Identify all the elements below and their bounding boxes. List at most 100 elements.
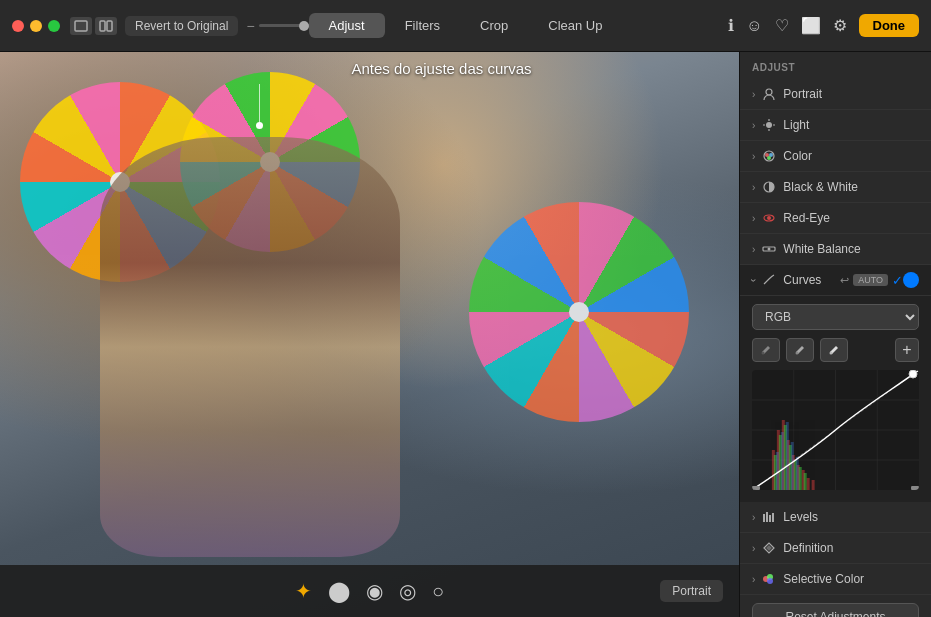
main-layout: Antes do ajuste das curvas ✦ ⬤ ◉ ◎ ○ Por… bbox=[0, 52, 931, 617]
svg-rect-36 bbox=[807, 478, 810, 490]
slider-thumb[interactable] bbox=[299, 21, 309, 31]
right-panel: ADJUST › Portrait › Light › Color bbox=[739, 52, 931, 617]
svg-rect-55 bbox=[769, 515, 771, 522]
chevron-bw-icon: › bbox=[752, 182, 755, 193]
svg-rect-1 bbox=[100, 21, 105, 31]
eyedropper-gray-button[interactable] bbox=[786, 338, 814, 362]
tab-crop[interactable]: Crop bbox=[460, 13, 528, 38]
close-button[interactable] bbox=[12, 20, 24, 32]
person-silhouette bbox=[100, 137, 400, 557]
photo-container: Antes do ajuste das curvas bbox=[0, 52, 739, 617]
wb-label: White Balance bbox=[783, 242, 919, 256]
adjust-item-light[interactable]: › Light bbox=[740, 110, 931, 141]
done-button[interactable]: Done bbox=[859, 14, 920, 37]
chevron-color-icon: › bbox=[752, 151, 755, 162]
rgb-select[interactable]: RGB Red Green Blue bbox=[752, 304, 919, 330]
wb-icon bbox=[761, 241, 777, 257]
curves-label: Curves bbox=[783, 273, 840, 287]
svg-rect-47 bbox=[786, 422, 789, 490]
circle-1-icon[interactable]: ⬤ bbox=[328, 579, 350, 603]
svg-point-15 bbox=[767, 216, 771, 220]
heart-button[interactable]: ♡ bbox=[775, 16, 789, 35]
svg-point-50 bbox=[909, 370, 917, 378]
pinwheel-3 bbox=[469, 202, 689, 422]
svg-rect-2 bbox=[107, 21, 112, 31]
curves-header[interactable]: › Curves ↩ AUTO ✓ bbox=[740, 265, 931, 296]
adjust-item-redeye[interactable]: › Red-Eye bbox=[740, 203, 931, 234]
svg-rect-37 bbox=[812, 480, 815, 490]
svg-rect-51 bbox=[752, 486, 760, 490]
minimize-button[interactable] bbox=[30, 20, 42, 32]
curves-undo-icon[interactable]: ↩ bbox=[840, 274, 849, 287]
image-area: Antes do ajuste das curvas ✦ ⬤ ◉ ◎ ○ Por… bbox=[0, 52, 739, 617]
adjust-item-portrait[interactable]: › Portrait bbox=[740, 79, 931, 110]
panel-header: ADJUST bbox=[740, 52, 931, 79]
reset-adjustments-button[interactable]: Reset Adjustments bbox=[752, 603, 919, 617]
svg-point-3 bbox=[766, 89, 772, 95]
tab-filters[interactable]: Filters bbox=[385, 13, 460, 38]
adjust-item-bw[interactable]: › Black & White bbox=[740, 172, 931, 203]
levels-label: Levels bbox=[783, 510, 919, 524]
levels-icon bbox=[761, 509, 777, 525]
eyedropper-white-button[interactable] bbox=[820, 338, 848, 362]
portrait-button[interactable]: Portrait bbox=[660, 580, 723, 602]
view-switcher bbox=[70, 17, 117, 35]
callout-text: Antes do ajuste das curvas bbox=[351, 60, 531, 77]
chevron-selective-color-icon: › bbox=[752, 574, 755, 585]
chevron-definition-icon: › bbox=[752, 543, 755, 554]
adjust-item-selective-color[interactable]: › Selective Color bbox=[740, 564, 931, 595]
auto-button[interactable]: AUTO bbox=[853, 274, 888, 286]
bw-icon bbox=[761, 179, 777, 195]
curves-active-icon: ✓ bbox=[892, 273, 903, 288]
svg-point-20 bbox=[796, 352, 799, 355]
add-point-button[interactable]: + bbox=[895, 338, 919, 362]
split-view-button[interactable] bbox=[95, 17, 117, 35]
more-button[interactable]: ⚙ bbox=[833, 16, 847, 35]
single-view-button[interactable] bbox=[70, 17, 92, 35]
circle-2-icon[interactable]: ◉ bbox=[366, 579, 383, 603]
chevron-redeye-icon: › bbox=[752, 213, 755, 224]
adjust-item-definition[interactable]: › Definition bbox=[740, 533, 931, 564]
selective-color-icon bbox=[761, 571, 777, 587]
svg-rect-0 bbox=[75, 21, 87, 31]
svg-rect-44 bbox=[804, 473, 807, 490]
circle-4-icon[interactable]: ○ bbox=[432, 580, 444, 603]
eyedropper-black-button[interactable] bbox=[752, 338, 780, 362]
tab-cleanup[interactable]: Clean Up bbox=[528, 13, 622, 38]
bottom-toolbar: ✦ ⬤ ◉ ◎ ○ Portrait bbox=[0, 565, 739, 617]
info-button[interactable]: ℹ bbox=[728, 16, 734, 35]
svg-rect-48 bbox=[791, 442, 794, 490]
redeye-icon bbox=[761, 210, 777, 226]
tab-adjust[interactable]: Adjust bbox=[309, 13, 385, 38]
share-button[interactable]: ⬜ bbox=[801, 16, 821, 35]
curves-canvas[interactable] bbox=[752, 370, 919, 490]
maximize-button[interactable] bbox=[48, 20, 60, 32]
adjust-item-color[interactable]: › Color bbox=[740, 141, 931, 172]
svg-point-59 bbox=[767, 578, 773, 584]
adjust-item-levels[interactable]: › Levels bbox=[740, 502, 931, 533]
title-bar-right: ℹ ☺ ♡ ⬜ ⚙ Done bbox=[728, 14, 919, 37]
circle-3-icon[interactable]: ◎ bbox=[399, 579, 416, 603]
curves-section: › Curves ↩ AUTO ✓ RGB Red Green Blue bbox=[740, 265, 931, 502]
zoom-minus-icon: − bbox=[246, 18, 254, 34]
callout-dot bbox=[256, 122, 263, 129]
callout-line bbox=[259, 84, 260, 124]
selective-color-label: Selective Color bbox=[783, 572, 919, 586]
curves-icon bbox=[761, 272, 777, 288]
curves-controls: RGB Red Green Blue + bbox=[740, 296, 931, 502]
revert-button[interactable]: Revert to Original bbox=[125, 16, 238, 36]
emoji-button[interactable]: ☺ bbox=[746, 17, 762, 35]
definition-label: Definition bbox=[783, 541, 919, 555]
svg-rect-43 bbox=[799, 467, 802, 490]
chevron-wb-icon: › bbox=[752, 244, 755, 255]
svg-point-21 bbox=[830, 352, 833, 355]
portrait-label: Portrait bbox=[783, 87, 919, 101]
redeye-label: Red-Eye bbox=[783, 211, 919, 225]
color-label: Color bbox=[783, 149, 919, 163]
star-icon[interactable]: ✦ bbox=[295, 579, 312, 603]
chevron-portrait-icon: › bbox=[752, 89, 755, 100]
adjust-item-wb[interactable]: › White Balance bbox=[740, 234, 931, 265]
color-icon bbox=[761, 148, 777, 164]
light-label: Light bbox=[783, 118, 919, 132]
title-bar: Revert to Original − + Adjust Filters Cr… bbox=[0, 0, 931, 52]
